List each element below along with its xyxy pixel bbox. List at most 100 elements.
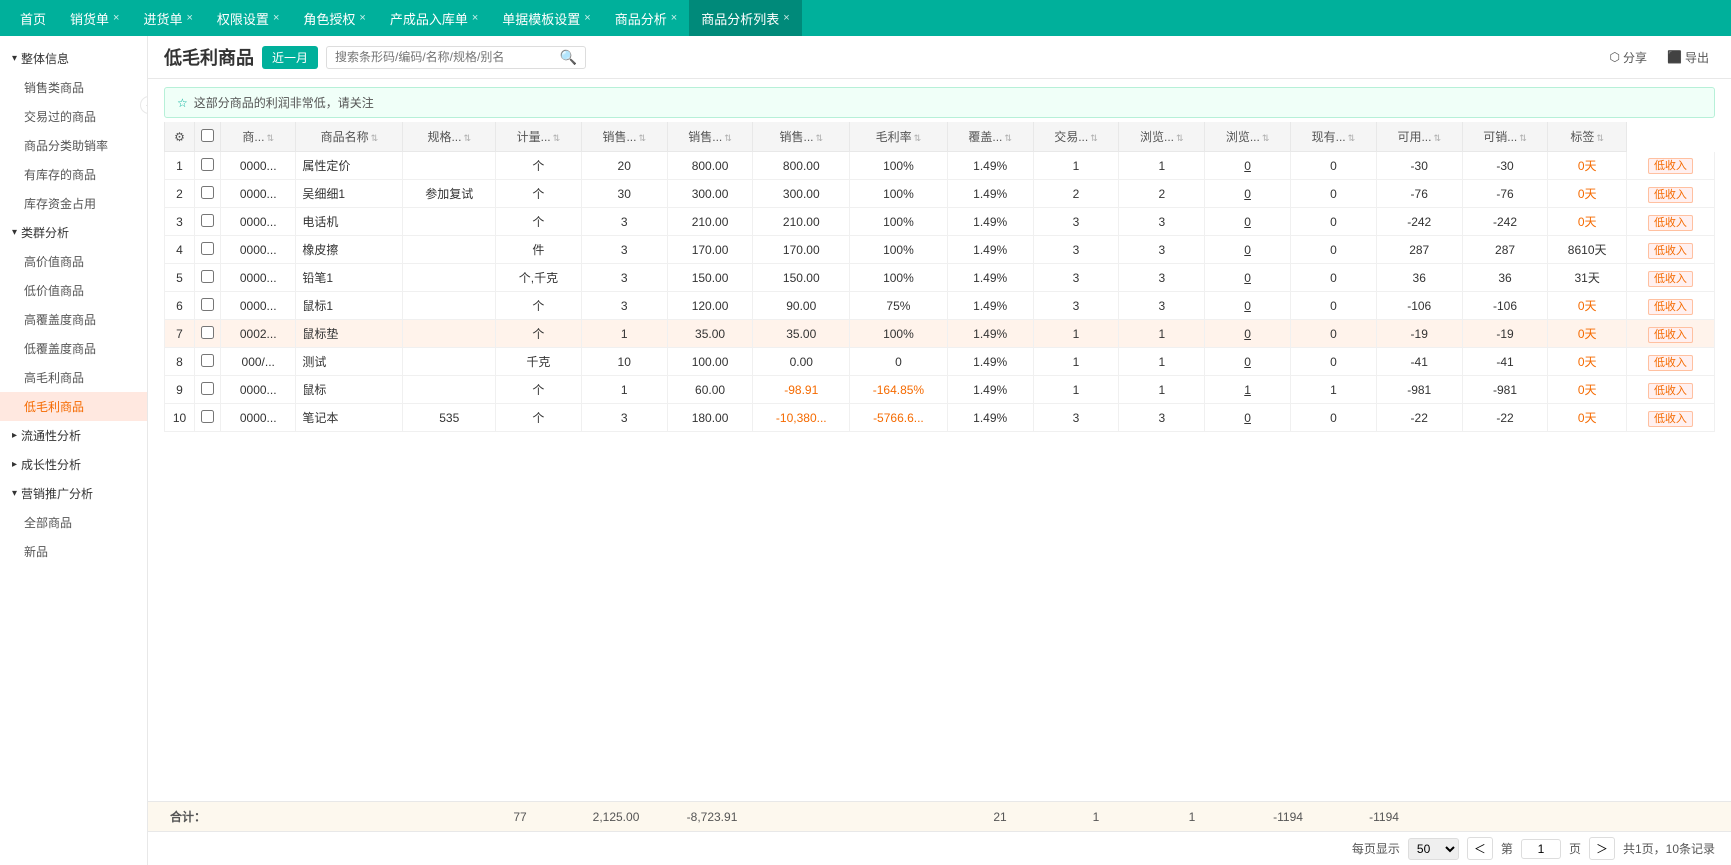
sidebar-group-growth[interactable]: ▸ 成长性分析 [0, 450, 147, 479]
nav-item-purchase[interactable]: 进货单 × [131, 0, 204, 36]
sidebar-group-flow[interactable]: ▸ 流通性分析 [0, 421, 147, 450]
sidebar-item-category-rate[interactable]: 商品分类助销率 [0, 131, 147, 160]
cell-browse1[interactable]: 0 [1205, 292, 1291, 320]
time-filter-button[interactable]: 近一月 [262, 46, 318, 69]
sort-icon-sp[interactable]: ⇅ [724, 133, 732, 143]
sort-icon-tag[interactable]: ⇅ [1596, 133, 1604, 143]
sort-icon-sq[interactable]: ⇅ [638, 133, 646, 143]
sort-icon-cs[interactable]: ⇅ [1348, 133, 1356, 143]
row-checkbox[interactable] [201, 298, 214, 311]
row-checkbox[interactable] [201, 326, 214, 339]
sidebar-item-low-value[interactable]: 低价值商品 [0, 276, 147, 305]
cell-checkbox[interactable] [195, 404, 221, 432]
cell-browse1[interactable]: 0 [1205, 236, 1291, 264]
sort-icon-gr[interactable]: ⇅ [914, 133, 922, 143]
browse1-link[interactable]: 0 [1244, 271, 1251, 285]
sidebar-item-high-margin[interactable]: 高毛利商品 [0, 363, 147, 392]
cell-checkbox[interactable] [195, 376, 221, 404]
row-checkbox[interactable] [201, 214, 214, 227]
sidebar-item-low-coverage[interactable]: 低覆盖度商品 [0, 334, 147, 363]
cell-checkbox[interactable] [195, 320, 221, 348]
sort-icon-spec[interactable]: ⇅ [463, 133, 471, 143]
cell-browse1[interactable]: 0 [1205, 264, 1291, 292]
sidebar-item-low-margin[interactable]: 低毛利商品 [0, 392, 147, 421]
sort-icon-sd[interactable]: ⇅ [1519, 133, 1527, 143]
cell-checkbox[interactable] [195, 264, 221, 292]
nav-item-product[interactable]: 产成品入库单 × [378, 0, 490, 36]
sidebar-item-new-goods[interactable]: 新品 [0, 537, 147, 566]
cell-checkbox[interactable] [195, 180, 221, 208]
row-checkbox[interactable] [201, 158, 214, 171]
browse1-link[interactable]: 0 [1244, 411, 1251, 425]
nav-item-goods-analysis[interactable]: 商品分析 × [603, 0, 689, 36]
sort-icon-tr[interactable]: ⇅ [1090, 133, 1098, 143]
select-all-checkbox[interactable] [201, 129, 214, 142]
browse1-link[interactable]: 0 [1244, 355, 1251, 369]
cell-browse1[interactable]: 0 [1205, 208, 1291, 236]
nav-close-sales[interactable]: × [113, 12, 119, 24]
row-checkbox[interactable] [201, 410, 214, 423]
sort-icon-us[interactable]: ⇅ [1433, 133, 1441, 143]
nav-item-permission[interactable]: 权限设置 × [205, 0, 291, 36]
cell-checkbox[interactable] [195, 348, 221, 376]
sort-icon-cv[interactable]: ⇅ [1004, 133, 1012, 143]
nav-item-home[interactable]: 首页 [8, 0, 58, 36]
cell-checkbox[interactable] [195, 236, 221, 264]
sidebar-item-traded-goods[interactable]: 交易过的商品 [0, 102, 147, 131]
search-icon[interactable]: 🔍 [560, 49, 577, 66]
search-input[interactable] [335, 50, 560, 64]
row-checkbox[interactable] [201, 270, 214, 283]
cell-browse1[interactable]: 0 [1205, 320, 1291, 348]
nav-item-sales[interactable]: 销货单 × [58, 0, 131, 36]
row-checkbox[interactable] [201, 382, 214, 395]
browse1-link[interactable]: 0 [1244, 215, 1251, 229]
sort-icon-name[interactable]: ⇅ [371, 133, 379, 143]
sort-icon[interactable]: ⇅ [266, 133, 274, 143]
export-button[interactable]: ⬛ 导出 [1661, 46, 1715, 69]
row-checkbox[interactable] [201, 186, 214, 199]
sidebar-item-stocked-goods[interactable]: 有库存的商品 [0, 160, 147, 189]
sidebar-group-marketing[interactable]: ▾ 营销推广分析 [0, 479, 147, 508]
nav-close-purchase[interactable]: × [186, 12, 192, 24]
cell-checkbox[interactable] [195, 208, 221, 236]
sort-icon-b1[interactable]: ⇅ [1176, 133, 1184, 143]
browse1-link[interactable]: 0 [1244, 327, 1251, 341]
cell-browse1[interactable]: 0 [1205, 152, 1291, 180]
cell-checkbox[interactable] [195, 292, 221, 320]
sidebar-item-all-goods[interactable]: 全部商品 [0, 508, 147, 537]
cell-browse1[interactable]: 0 [1205, 404, 1291, 432]
browse1-link[interactable]: 0 [1244, 299, 1251, 313]
nav-close-template[interactable]: × [584, 12, 590, 24]
page-size-select[interactable]: 50 100 200 [1408, 838, 1459, 860]
sidebar-group-cluster[interactable]: ▾ 类群分析 [0, 218, 147, 247]
browse1-link[interactable]: 0 [1244, 187, 1251, 201]
sidebar-item-sales-goods[interactable]: 销售类商品 [0, 73, 147, 102]
prev-page-button[interactable]: ＜ [1467, 837, 1493, 860]
th-settings[interactable]: ⚙ [165, 122, 195, 152]
nav-close-permission[interactable]: × [273, 12, 279, 24]
nav-close-goods-analysis[interactable]: × [671, 12, 677, 24]
nav-close-role[interactable]: × [359, 12, 365, 24]
table-wrapper[interactable]: ⚙ 商...⇅ 商品名称⇅ 规格...⇅ 计量...⇅ 销售...⇅ 销售...… [148, 122, 1731, 801]
nav-item-role[interactable]: 角色授权 × [291, 0, 377, 36]
sort-icon-b2[interactable]: ⇅ [1262, 133, 1270, 143]
nav-close-product[interactable]: × [472, 12, 478, 24]
sidebar-item-high-value[interactable]: 高价值商品 [0, 247, 147, 276]
sort-icon-spr[interactable]: ⇅ [816, 133, 824, 143]
cell-browse1[interactable]: 0 [1205, 180, 1291, 208]
cell-browse1[interactable]: 1 [1205, 376, 1291, 404]
row-checkbox[interactable] [201, 354, 214, 367]
row-checkbox[interactable] [201, 242, 214, 255]
nav-item-goods-list[interactable]: 商品分析列表 × [689, 0, 801, 36]
browse1-link[interactable]: 0 [1244, 243, 1251, 257]
th-checkbox[interactable] [195, 122, 221, 152]
cell-browse1[interactable]: 0 [1205, 348, 1291, 376]
browse1-link[interactable]: 1 [1244, 383, 1251, 397]
nav-item-template[interactable]: 单据模板设置 × [490, 0, 602, 36]
sidebar-item-high-coverage[interactable]: 高覆盖度商品 [0, 305, 147, 334]
sidebar-group-overall[interactable]: ▾ 整体信息 [0, 44, 147, 73]
nav-close-goods-list[interactable]: × [783, 12, 789, 24]
page-number-input[interactable] [1521, 839, 1561, 859]
browse1-link[interactable]: 0 [1244, 159, 1251, 173]
share-button[interactable]: ⬡ 分享 [1604, 46, 1654, 69]
